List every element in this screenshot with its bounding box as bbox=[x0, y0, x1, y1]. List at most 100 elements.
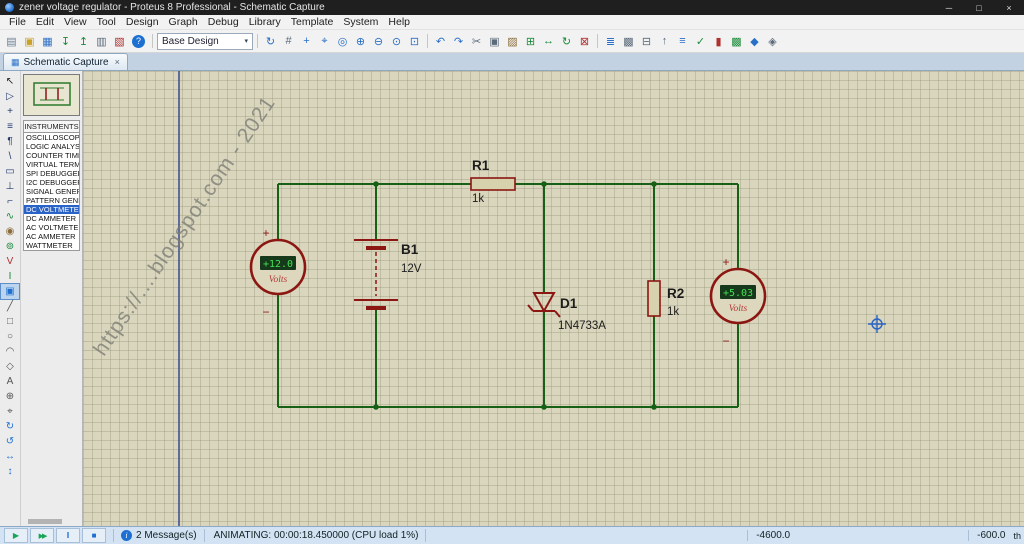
generator-mode-icon[interactable]: ⊚ bbox=[1, 239, 19, 254]
device-pins-mode-icon[interactable]: ⌐ bbox=[1, 194, 19, 209]
3d-viewer-icon[interactable]: ◆ bbox=[746, 33, 763, 50]
rotate-clockwise-icon[interactable]: ↻ bbox=[1, 419, 19, 434]
menu-item[interactable]: Design bbox=[121, 16, 164, 28]
text-script-icon[interactable]: ¶ bbox=[1, 134, 19, 149]
instrument-ac-voltmeter[interactable]: AC VOLTMETER bbox=[24, 223, 79, 232]
bill-of-materials-icon[interactable]: ≡ bbox=[674, 33, 691, 50]
panel-scrollbar[interactable] bbox=[21, 517, 82, 526]
block-copy-icon[interactable]: ⊞ bbox=[522, 33, 539, 50]
new-sheet-icon[interactable]: ▩ bbox=[620, 33, 637, 50]
messages-indicator[interactable]: i 2 Message(s) bbox=[117, 530, 201, 541]
instrument-ac-ammeter[interactable]: AC AMMETER bbox=[24, 232, 79, 241]
block-move-icon[interactable]: ↔ bbox=[540, 33, 557, 50]
schematic-canvas[interactable]: https://....blogspot.com - 2021 B1 12V R… bbox=[83, 71, 1024, 526]
instrument-wattmeter[interactable]: WATTMETER bbox=[24, 241, 79, 250]
2d-box-icon[interactable]: □ bbox=[1, 314, 19, 329]
remove-sheet-icon[interactable]: ⊟ bbox=[638, 33, 655, 50]
grid-toggle-icon[interactable]: # bbox=[280, 33, 297, 50]
instrument-virtual-terminal[interactable]: VIRTUAL TERMINAL bbox=[24, 160, 79, 169]
redraw-display-icon[interactable]: ↻ bbox=[262, 33, 279, 50]
instrument-i2c-debugger[interactable]: I2C DEBUGGER bbox=[24, 178, 79, 187]
subcircuit-mode-icon[interactable]: ▭ bbox=[1, 164, 19, 179]
2d-text-icon[interactable]: A bbox=[1, 374, 19, 389]
step-button[interactable]: ▶▶ bbox=[30, 528, 54, 543]
rotate-anticlockwise-icon[interactable]: ↺ bbox=[1, 434, 19, 449]
zoom-in-icon[interactable]: ⊕ bbox=[352, 33, 369, 50]
instrument-counter-timer[interactable]: COUNTER TIMER bbox=[24, 151, 79, 160]
export-section-icon[interactable]: ↥ bbox=[75, 33, 92, 50]
instrument-oscilloscope[interactable]: OSCILLOSCOPE bbox=[24, 133, 79, 142]
open-folder-icon[interactable]: ▣ bbox=[21, 33, 38, 50]
menu-item[interactable]: Debug bbox=[203, 16, 244, 28]
close-button[interactable]: × bbox=[994, 0, 1024, 15]
design-selector-dropdown[interactable]: Base Design ▾ bbox=[157, 32, 253, 50]
tab-schematic-capture[interactable]: ▦ Schematic Capture × bbox=[3, 53, 128, 70]
zoom-area-icon[interactable]: ⊡ bbox=[406, 33, 423, 50]
tab-close-icon[interactable]: × bbox=[115, 57, 120, 67]
selection-mode-icon[interactable]: ↖ bbox=[1, 74, 19, 89]
zener-diode-d1[interactable]: D1 1N4733A bbox=[527, 292, 606, 332]
pcb-layout-icon[interactable]: ▩ bbox=[728, 33, 745, 50]
graph-mode-icon[interactable]: ∿ bbox=[1, 209, 19, 224]
copy-icon[interactable]: ▣ bbox=[486, 33, 503, 50]
cursor-snap-icon[interactable]: ⌖ bbox=[316, 33, 333, 50]
design-explorer-icon[interactable]: ≣ bbox=[602, 33, 619, 50]
help-icon[interactable]: ? bbox=[132, 34, 145, 48]
menu-item[interactable]: View bbox=[59, 16, 92, 28]
maximize-button[interactable]: □ bbox=[964, 0, 994, 15]
instrument-spi-debugger[interactable]: SPI DEBUGGER bbox=[24, 169, 79, 178]
resistor-r2[interactable]: R2 1k bbox=[647, 280, 684, 318]
zoom-all-icon[interactable]: ⊙ bbox=[388, 33, 405, 50]
schematic-preview-thumbnail[interactable] bbox=[23, 74, 80, 116]
instrument-dc-ammeter[interactable]: DC AMMETER bbox=[24, 214, 79, 223]
netlist-transfer-icon[interactable]: ▮ bbox=[710, 33, 727, 50]
instrument-logic-analyser[interactable]: LOGIC ANALYSER bbox=[24, 142, 79, 151]
wire-label-icon[interactable]: ≡ bbox=[1, 119, 19, 134]
new-file-icon[interactable]: ▤ bbox=[3, 33, 20, 50]
junction-dot-icon[interactable]: + bbox=[1, 104, 19, 119]
tape-recorder-icon[interactable]: ◉ bbox=[1, 224, 19, 239]
menu-item[interactable]: Edit bbox=[31, 16, 59, 28]
cut-icon[interactable]: ✂ bbox=[468, 33, 485, 50]
scrollbar-thumb[interactable] bbox=[28, 519, 62, 524]
2d-arc-icon[interactable]: ◠ bbox=[1, 344, 19, 359]
component-mode-icon[interactable]: ▷ bbox=[1, 89, 19, 104]
menu-item[interactable]: Template bbox=[286, 16, 339, 28]
terminals-mode-icon[interactable]: ⊥ bbox=[1, 179, 19, 194]
battery-b1[interactable]: B1 12V bbox=[354, 239, 422, 310]
undo-icon[interactable]: ↶ bbox=[432, 33, 449, 50]
current-probe-icon[interactable]: I bbox=[1, 269, 19, 284]
instrument-pattern-generator[interactable]: PATTERN GENERATOR bbox=[24, 196, 79, 205]
zoom-out-icon[interactable]: ⊖ bbox=[370, 33, 387, 50]
2d-circle-icon[interactable]: ○ bbox=[1, 329, 19, 344]
center-at-cursor-icon[interactable]: ◎ bbox=[334, 33, 351, 50]
block-delete-icon[interactable]: ⊠ bbox=[576, 33, 593, 50]
menu-item[interactable]: Graph bbox=[164, 16, 203, 28]
settings-icon[interactable]: ◈ bbox=[764, 33, 781, 50]
menu-item[interactable]: Tool bbox=[92, 16, 121, 28]
2d-marker-icon[interactable]: ⌖ bbox=[1, 404, 19, 419]
buses-mode-icon[interactable]: \ bbox=[1, 149, 19, 164]
print-icon[interactable]: ▥ bbox=[93, 33, 110, 50]
save-icon[interactable]: ▦ bbox=[39, 33, 56, 50]
virtual-instruments-icon[interactable]: ▣ bbox=[0, 283, 20, 300]
goto-parent-sheet-icon[interactable]: ↑ bbox=[656, 33, 673, 50]
minimize-button[interactable]: ─ bbox=[934, 0, 964, 15]
electrical-rule-check-icon[interactable]: ✓ bbox=[692, 33, 709, 50]
import-section-icon[interactable]: ↧ bbox=[57, 33, 74, 50]
menu-item[interactable]: Library bbox=[244, 16, 286, 28]
block-rotate-icon[interactable]: ↻ bbox=[558, 33, 575, 50]
2d-symbol-icon[interactable]: ⊕ bbox=[1, 389, 19, 404]
play-button[interactable]: ▶ bbox=[4, 528, 28, 543]
instrument-signal-generator[interactable]: SIGNAL GENERATOR bbox=[24, 187, 79, 196]
stop-button[interactable]: ■ bbox=[82, 528, 106, 543]
false-origin-icon[interactable]: + bbox=[298, 33, 315, 50]
menu-item[interactable]: System bbox=[338, 16, 383, 28]
resistor-r1[interactable]: R1 1k bbox=[470, 158, 516, 205]
voltage-probe-icon[interactable]: V bbox=[1, 254, 19, 269]
2d-line-icon[interactable]: ╱ bbox=[1, 299, 19, 314]
mark-output-area-icon[interactable]: ▧ bbox=[111, 33, 128, 50]
menu-item[interactable]: File bbox=[4, 16, 31, 28]
instrument-dc-voltmeter[interactable]: DC VOLTMETER bbox=[24, 205, 79, 214]
pause-button[interactable]: ‖ bbox=[56, 528, 80, 543]
